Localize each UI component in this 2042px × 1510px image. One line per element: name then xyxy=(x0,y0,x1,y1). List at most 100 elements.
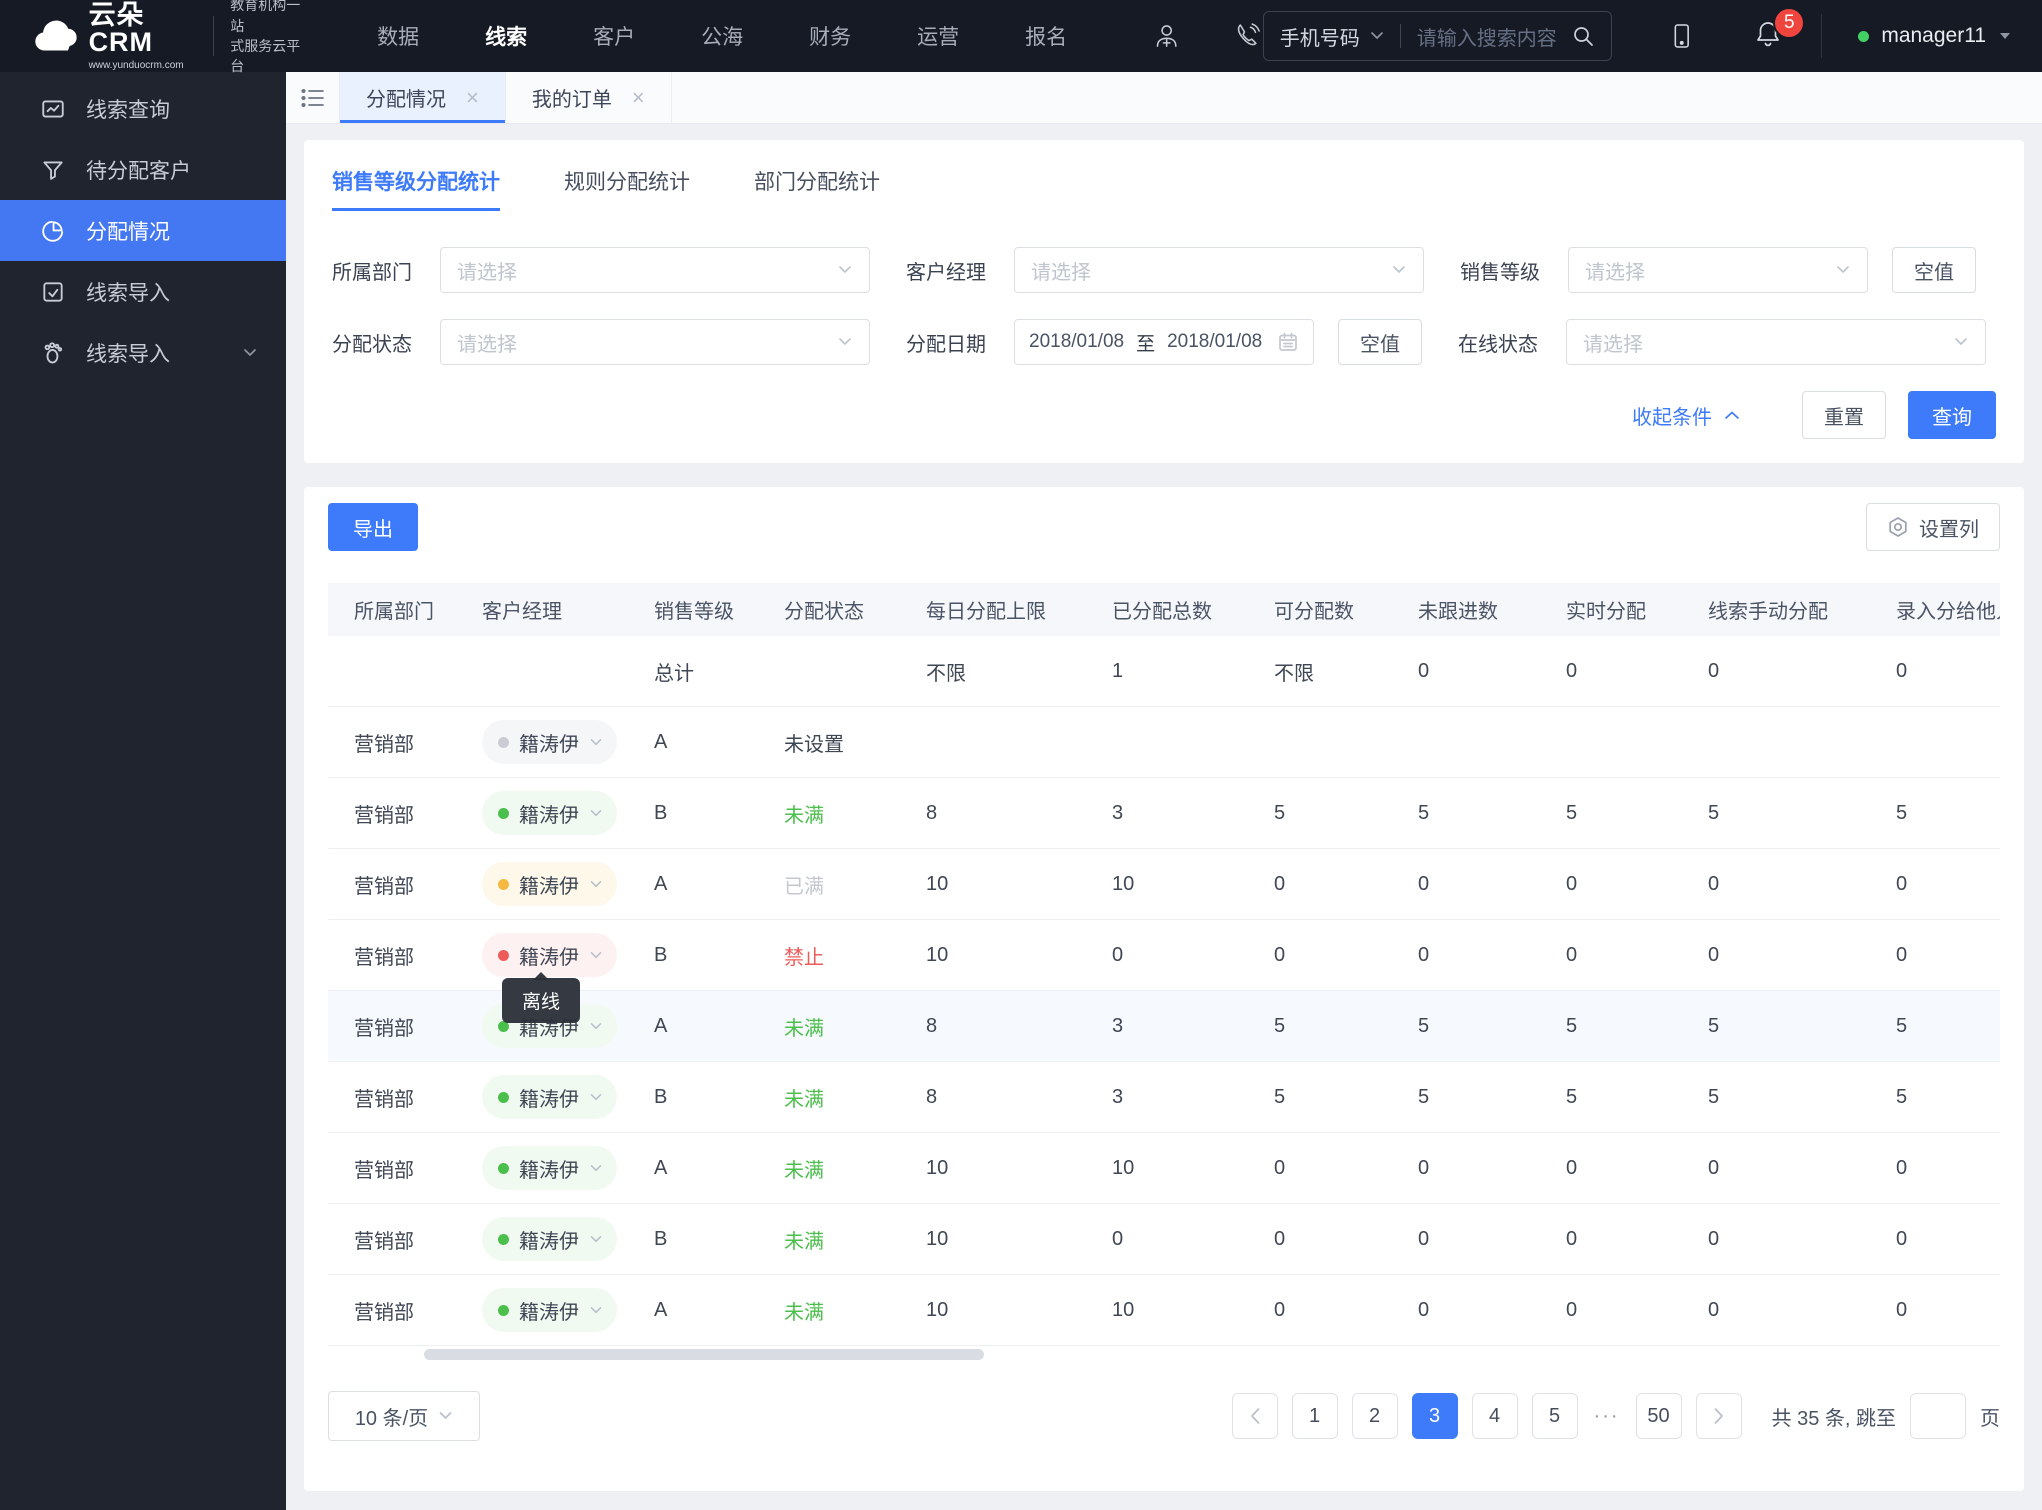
cell-status: 未满 xyxy=(784,804,824,827)
app-logo[interactable]: 云朵CRM www.yunduocrm.com 教育机构一站 式服务云平台 xyxy=(30,0,306,77)
sidebar-item-leads-query[interactable]: 线索查询 xyxy=(0,78,286,139)
manager-name: 籍涛伊 xyxy=(519,1088,579,1111)
search-box[interactable]: 手机号码 请输入搜索内容 xyxy=(1262,11,1612,61)
manager-pill[interactable]: 籍涛伊 xyxy=(482,791,617,835)
manager-pill[interactable]: 籍涛伊 xyxy=(482,1288,617,1332)
sidebar-item-leads-import-2[interactable]: 线索导入 xyxy=(0,322,286,383)
next-page-button[interactable] xyxy=(1695,1393,1742,1439)
cell-value: 0 xyxy=(1896,1298,1908,1321)
table-row[interactable]: 营销部 籍涛伊 B 未满 8 3 5 5 5 5 5 xyxy=(328,778,2000,849)
table-row[interactable]: 营销部 籍涛伊 A 未满 10 10 0 0 0 0 0 xyxy=(328,1275,2000,1346)
subtab-dept-stats[interactable]: 部门分配统计 xyxy=(754,166,880,211)
tab-list-menu-icon[interactable] xyxy=(286,72,340,123)
cell-value: 0 xyxy=(1896,1227,1908,1250)
mobile-icon[interactable] xyxy=(1668,21,1695,51)
cell-value: 10 xyxy=(926,1298,949,1321)
table-row[interactable]: 营销部 籍涛伊 A 未满 10 10 0 0 0 0 0 xyxy=(328,1133,2000,1204)
cell-value: 0 xyxy=(1708,1227,1720,1250)
notifications[interactable]: 5 xyxy=(1753,6,1806,54)
page-50-button[interactable]: 50 xyxy=(1635,1393,1682,1439)
horizontal-scrollbar[interactable] xyxy=(424,1349,984,1360)
chevron-down-icon xyxy=(243,348,258,358)
tab-allocation-status[interactable]: 分配情况 × xyxy=(340,72,506,123)
online-status-dot xyxy=(498,736,509,748)
sidebar-item-leads-import[interactable]: 线索导入 xyxy=(0,261,286,322)
phone-icon[interactable] xyxy=(1233,20,1262,52)
manager-name: 籍涛伊 xyxy=(519,1230,579,1253)
manager-pill[interactable]: 籍涛伊 xyxy=(482,933,617,977)
table-row[interactable]: 营销部 籍涛伊 B 未满 8 3 5 5 5 5 5 xyxy=(328,1062,2000,1133)
page-2-button[interactable]: 2 xyxy=(1351,1393,1398,1439)
close-icon[interactable]: × xyxy=(632,86,645,109)
column-header: 销售等级 xyxy=(654,601,734,623)
pages-ellipsis[interactable]: ··· xyxy=(1594,1405,1620,1428)
filter-status: 分配状态 请选择 xyxy=(332,319,870,365)
cell-value xyxy=(1562,707,1704,777)
reset-button[interactable]: 重置 xyxy=(1802,391,1886,439)
page-5-button[interactable]: 5 xyxy=(1531,1393,1578,1439)
person-add-icon[interactable] xyxy=(1152,20,1181,52)
page-3-button[interactable]: 3 xyxy=(1411,1393,1458,1439)
table-row[interactable]: 营销部 籍涛伊 A 已满 10 10 0 0 0 0 0 xyxy=(328,849,2000,920)
nav-data[interactable]: 数据 xyxy=(377,21,419,51)
offline-tooltip: 离线 xyxy=(502,972,581,1023)
query-button[interactable]: 查询 xyxy=(1908,391,1996,439)
cell-value: 5 xyxy=(1708,1014,1720,1037)
date-start[interactable]: 2018/01/08 xyxy=(1029,331,1124,353)
cell-value: 3 xyxy=(1112,801,1124,824)
chart-icon xyxy=(40,96,86,122)
nav-public-pool[interactable]: 公海 xyxy=(701,21,743,51)
collapse-conditions-link[interactable]: 收起条件 xyxy=(1632,401,1740,430)
online-select[interactable]: 请选择 xyxy=(1566,319,1986,365)
nav-finance[interactable]: 财务 xyxy=(809,21,851,51)
app-url: www.yunduocrm.com xyxy=(88,59,184,71)
cell-status: 未满 xyxy=(784,1301,824,1324)
manager-pill[interactable]: 籍涛伊 xyxy=(482,1146,617,1190)
level-empty-button[interactable]: 空值 xyxy=(1892,247,1976,293)
user-menu[interactable]: manager11 xyxy=(1821,14,2012,58)
column-settings-button[interactable]: 设置列 xyxy=(1866,503,2000,551)
nav-customers[interactable]: 客户 xyxy=(593,21,635,51)
close-icon[interactable]: × xyxy=(466,86,479,109)
cell-value: 0 xyxy=(1566,872,1578,895)
cell-value: 5 xyxy=(1418,1014,1430,1037)
table-row[interactable]: 营销部 籍涛伊 A 未设置 xyxy=(328,707,2000,778)
manager-pill[interactable]: 籍涛伊 xyxy=(482,1075,617,1119)
date-range-picker[interactable]: 2018/01/08 至 2018/01/08 xyxy=(1014,319,1314,365)
tab-my-orders[interactable]: 我的订单 × xyxy=(506,72,672,123)
page-size-select[interactable]: 10 条/页 xyxy=(328,1391,480,1441)
cell-manager: 籍涛伊 xyxy=(478,849,650,919)
manager-pill[interactable]: 籍涛伊 xyxy=(482,862,617,906)
manager-pill[interactable]: 籍涛伊 xyxy=(482,1217,617,1261)
subtab-sales-level-stats[interactable]: 销售等级分配统计 xyxy=(332,166,500,211)
footprint-icon xyxy=(40,340,86,366)
dept-select[interactable]: 请选择 xyxy=(440,247,870,293)
cell-department: 营销部 xyxy=(354,1230,414,1253)
nav-operations[interactable]: 运营 xyxy=(917,21,959,51)
date-empty-button[interactable]: 空值 xyxy=(1338,319,1422,365)
manager-pill[interactable]: 籍涛伊 xyxy=(482,720,617,764)
table-row[interactable]: 营销部 籍涛伊 离线 B 禁止 10 0 0 0 0 0 0 xyxy=(328,920,2000,1023)
prev-page-button[interactable] xyxy=(1231,1393,1278,1439)
export-button[interactable]: 导出 xyxy=(328,503,418,551)
gear-icon xyxy=(1889,517,1907,537)
column-header: 分配状态 xyxy=(784,601,864,623)
search-input[interactable]: 请输入搜索内容 xyxy=(1417,22,1571,51)
search-category[interactable]: 手机号码 xyxy=(1280,22,1360,51)
table-row[interactable]: 营销部 籍涛伊 B 未满 10 0 0 0 0 0 0 xyxy=(328,1204,2000,1275)
date-end[interactable]: 2018/01/08 xyxy=(1167,331,1262,353)
level-select[interactable]: 请选择 xyxy=(1568,247,1868,293)
manager-select[interactable]: 请选择 xyxy=(1014,247,1424,293)
nav-registration[interactable]: 报名 xyxy=(1025,21,1067,51)
nav-leads[interactable]: 线索 xyxy=(485,21,527,51)
subtab-rule-stats[interactable]: 规则分配统计 xyxy=(564,166,690,211)
column-header: 每日分配上限 xyxy=(926,601,1046,623)
page-4-button[interactable]: 4 xyxy=(1471,1393,1518,1439)
page-1-button[interactable]: 1 xyxy=(1291,1393,1338,1439)
sidebar-item-pending-customers[interactable]: 待分配客户 xyxy=(0,139,286,200)
chevron-down-icon xyxy=(589,1093,603,1102)
jump-page-input[interactable] xyxy=(1910,1393,1966,1439)
search-icon[interactable] xyxy=(1571,24,1595,48)
sidebar-item-allocation-status[interactable]: 分配情况 xyxy=(0,200,286,261)
status-select[interactable]: 请选择 xyxy=(440,319,870,365)
